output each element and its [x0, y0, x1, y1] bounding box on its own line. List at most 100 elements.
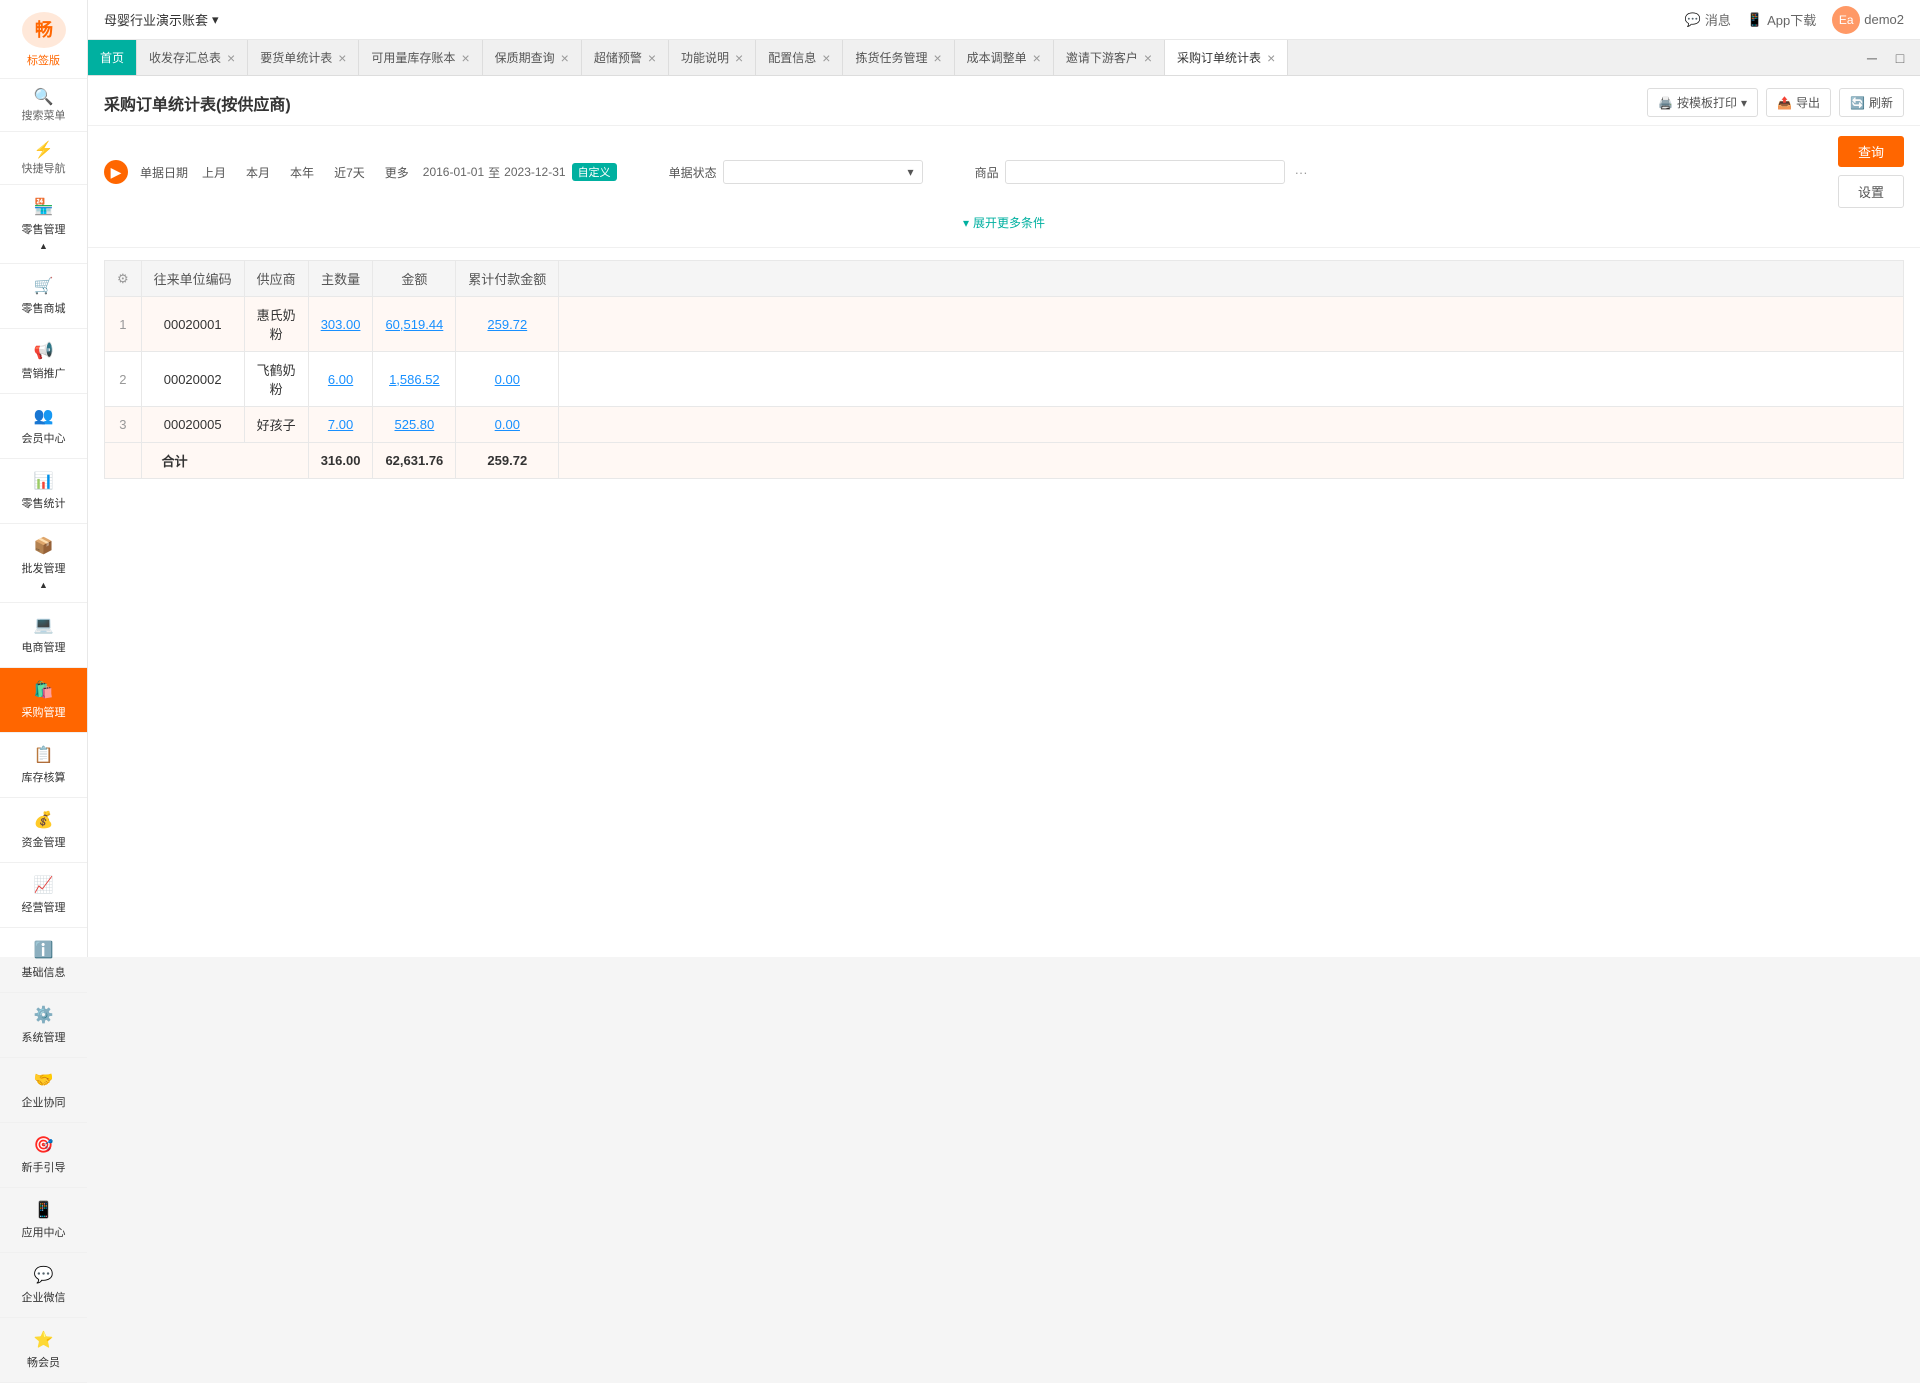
sidebar-item-label: 系统管理 — [22, 1029, 66, 1045]
tab-close-icon[interactable]: × — [735, 51, 743, 65]
sidebar-item-label: 基础信息 — [22, 964, 66, 980]
sidebar-item-enterprise[interactable]: 🤝企业协同 — [0, 1058, 87, 1123]
tab-close-icon[interactable]: × — [1144, 51, 1152, 65]
sidebar-item-basic[interactable]: ℹ️基础信息 — [0, 928, 87, 993]
export-button[interactable]: 📤 导出 — [1766, 88, 1831, 117]
row-paid[interactable]: 0.00 — [456, 352, 559, 407]
tab-close-icon[interactable]: × — [648, 51, 656, 65]
sidebar-search[interactable]: 🔍搜索菜单 — [0, 79, 87, 132]
query-button[interactable]: 查询 — [1838, 136, 1904, 167]
tab-close-icon[interactable]: × — [933, 51, 941, 65]
goods-more-icon[interactable]: ··· — [1295, 165, 1308, 180]
sidebar-item-label: 企业协同 — [22, 1094, 66, 1110]
filter-toggle-row: ▾ 展开更多条件 — [104, 208, 1904, 237]
sidebar-item-system[interactable]: ⚙️系统管理 — [0, 993, 87, 1058]
tab-goods_stats[interactable]: 要货单统计表× — [248, 40, 359, 76]
status-select[interactable]: ▾ — [723, 160, 923, 184]
tab-inventory_ledger[interactable]: 可用量库存账本× — [359, 40, 482, 76]
shortcut-prev-month[interactable]: 上月 — [194, 162, 234, 183]
sidebar-item-newbie[interactable]: 🎯新手引导 — [0, 1123, 87, 1188]
row-paid[interactable]: 259.72 — [456, 297, 559, 352]
shortcut-7days[interactable]: 近7天 — [326, 162, 373, 183]
sidebar-item-retail_mall[interactable]: 🛒零售商城 — [0, 264, 87, 329]
status-filter: 单据状态 ▾ — [669, 160, 923, 184]
sidebar-item-wechat[interactable]: 💬企业微信 — [0, 1253, 87, 1318]
tab-close-icon[interactable]: × — [461, 51, 469, 65]
sidebar-logo: 畅 标签版 — [0, 0, 87, 79]
row-code: 00020001 — [141, 297, 244, 352]
print-button[interactable]: 🖨️ 按模板打印 ▾ — [1647, 88, 1758, 117]
operation-icon: 📈 — [34, 875, 54, 895]
sidebar-item-app_center[interactable]: 📱应用中心 — [0, 1188, 87, 1253]
sidebar-quick-nav[interactable]: ⚡快捷导航 — [0, 132, 87, 185]
purchase-icon: 🛍️ — [34, 680, 54, 700]
sidebar-item-retail_stats[interactable]: 📊零售统计 — [0, 459, 87, 524]
filter-expand-btn[interactable]: ▶ — [104, 160, 128, 184]
shortcut-cur-year[interactable]: 本年 — [282, 162, 322, 183]
sidebar-item-purchase[interactable]: 🛍️采购管理 — [0, 668, 87, 733]
tab-minimize-btn[interactable]: ─ — [1860, 46, 1884, 70]
tab-receipt_summary[interactable]: 收发存汇总表× — [137, 40, 248, 76]
account-dropdown[interactable]: 母婴行业演示账套 ▾ — [104, 10, 219, 29]
row-quantity[interactable]: 6.00 — [308, 352, 373, 407]
tab-close-icon[interactable]: × — [1033, 51, 1041, 65]
tab-close-icon[interactable]: × — [1267, 51, 1275, 65]
tab-pick_task[interactable]: 拣货任务管理× — [843, 40, 954, 76]
footer-quantity: 316.00 — [308, 443, 373, 479]
sidebar-item-ecommerce[interactable]: 💻电商管理 — [0, 603, 87, 668]
user-info[interactable]: Ea demo2 — [1832, 6, 1904, 34]
shortcut-more[interactable]: 更多 — [377, 162, 417, 183]
sidebar-item-label: 应用中心 — [22, 1224, 66, 1240]
sidebar-item-marketing[interactable]: 📢营销推广 — [0, 329, 87, 394]
tab-close-icon[interactable]: × — [561, 51, 569, 65]
sidebar-item-inventory[interactable]: 📋 库存核算 — [0, 733, 87, 798]
message-label: 消息 — [1705, 10, 1731, 29]
message-btn[interactable]: 💬 消息 — [1685, 10, 1731, 29]
sidebar-item-operation[interactable]: 📈经营管理 — [0, 863, 87, 928]
tab-purchase_stats[interactable]: 采购订单统计表× — [1165, 40, 1288, 76]
tab-func_desc[interactable]: 功能说明× — [669, 40, 756, 76]
footer-row: 合计 316.00 62,631.76 259.72 — [105, 443, 1904, 479]
shortcut-cur-month[interactable]: 本月 — [238, 162, 278, 183]
tab-close-icon[interactable]: × — [338, 51, 346, 65]
sidebar-item-member[interactable]: 👥会员中心 — [0, 394, 87, 459]
col-amount-header: 金额 — [373, 261, 456, 297]
row-amount[interactable]: 1,586.52 — [373, 352, 456, 407]
tab-config_info[interactable]: 配置信息× — [756, 40, 843, 76]
account-name: 母婴行业演示账套 — [104, 10, 208, 29]
row-paid[interactable]: 0.00 — [456, 407, 559, 443]
message-icon: 💬 — [1685, 12, 1701, 28]
tab-invite_downstream[interactable]: 邀请下游客户× — [1054, 40, 1165, 76]
inventory-icon: 📋 — [34, 745, 54, 765]
refresh-label: 刷新 — [1869, 94, 1893, 111]
row-quantity[interactable]: 303.00 — [308, 297, 373, 352]
tab-close-icon[interactable]: × — [227, 51, 235, 65]
sidebar-item-label: 资金管理 — [22, 834, 66, 850]
retail-icon: 🏪 — [34, 197, 54, 217]
tab-overstock_alert[interactable]: 超储预警× — [582, 40, 669, 76]
row-supplier: 飞鹤奶粉 — [244, 352, 308, 407]
settings-button[interactable]: 设置 — [1838, 175, 1904, 208]
column-settings-icon[interactable]: ⚙ — [117, 271, 129, 286]
refresh-button[interactable]: 🔄 刷新 — [1839, 88, 1904, 117]
tab-cost_adjust[interactable]: 成本调整单× — [955, 40, 1054, 76]
sidebar-item-label: 库存核算 — [22, 769, 66, 785]
goods-input[interactable] — [1005, 160, 1285, 184]
sidebar-item-retail[interactable]: 🏪零售管理▲ — [0, 185, 87, 264]
row-quantity[interactable]: 7.00 — [308, 407, 373, 443]
sidebar-item-wholesale[interactable]: 📦批发管理▲ — [0, 524, 87, 603]
sidebar-item-finance[interactable]: 💰资金管理 — [0, 798, 87, 863]
tab-warranty_query[interactable]: 保质期查询× — [483, 40, 582, 76]
tab-home[interactable]: 首页 — [88, 40, 137, 76]
tab-close-icon[interactable]: × — [822, 51, 830, 65]
status-filter-label: 单据状态 — [669, 164, 717, 181]
row-amount[interactable]: 525.80 — [373, 407, 456, 443]
topbar-right: 💬 消息 📱 App下载 Ea demo2 — [1685, 6, 1904, 34]
app-download-btn[interactable]: 📱 App下载 — [1747, 10, 1816, 29]
print-label: 按模板打印 — [1677, 94, 1737, 111]
sidebar-item-vip[interactable]: ⭐畅会员 — [0, 1318, 87, 1383]
tab-maximize-btn[interactable]: □ — [1888, 46, 1912, 70]
row-amount[interactable]: 60,519.44 — [373, 297, 456, 352]
expand-more-btn[interactable]: ▾ 展开更多条件 — [963, 214, 1045, 231]
retail_stats-icon: 📊 — [34, 471, 54, 491]
